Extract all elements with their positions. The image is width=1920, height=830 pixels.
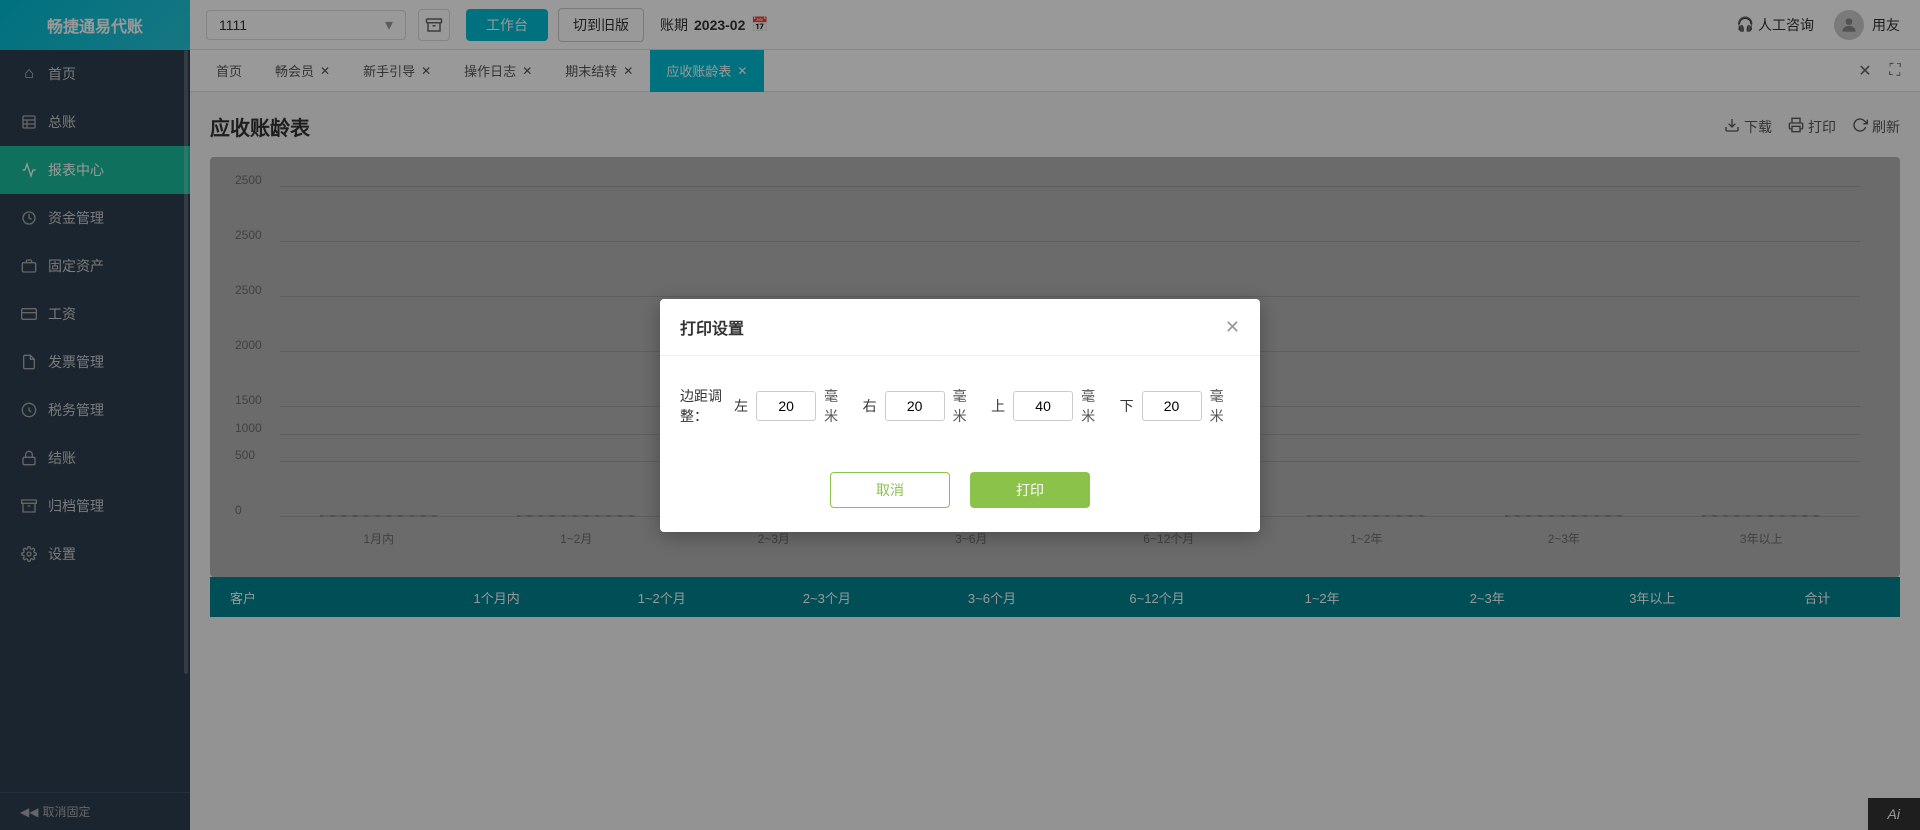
top-label: 上 — [991, 396, 1005, 416]
modal-header: 打印设置 ✕ — [660, 299, 1260, 356]
modal-body: 边距调整： 左 毫米 右 毫米 上 毫米 下 毫米 — [660, 356, 1260, 456]
right-unit: 毫米 — [953, 386, 971, 426]
bottom-margin-input[interactable] — [1142, 391, 1202, 421]
cancel-button[interactable]: 取消 — [830, 472, 950, 508]
left-unit: 毫米 — [824, 386, 842, 426]
bottom-label: 下 — [1120, 396, 1134, 416]
print-confirm-button[interactable]: 打印 — [970, 472, 1090, 508]
right-margin-input[interactable] — [885, 391, 945, 421]
modal-footer: 取消 打印 — [660, 456, 1260, 532]
margin-label: 边距调整： — [680, 386, 726, 426]
margin-setting-row: 边距调整： 左 毫米 右 毫米 上 毫米 下 毫米 — [680, 386, 1240, 426]
modal-close-button[interactable]: ✕ — [1225, 318, 1240, 336]
top-unit: 毫米 — [1081, 386, 1099, 426]
modal-title: 打印设置 — [680, 315, 744, 339]
bottom-unit: 毫米 — [1210, 386, 1228, 426]
top-margin-input[interactable] — [1013, 391, 1073, 421]
right-label: 右 — [863, 396, 877, 416]
left-margin-input[interactable] — [756, 391, 816, 421]
print-settings-dialog: 打印设置 ✕ 边距调整： 左 毫米 右 毫米 上 毫米 下 毫米 取消 打印 — [660, 299, 1260, 532]
left-label: 左 — [734, 396, 748, 416]
modal-overlay: 打印设置 ✕ 边距调整： 左 毫米 右 毫米 上 毫米 下 毫米 取消 打印 — [0, 0, 1920, 830]
